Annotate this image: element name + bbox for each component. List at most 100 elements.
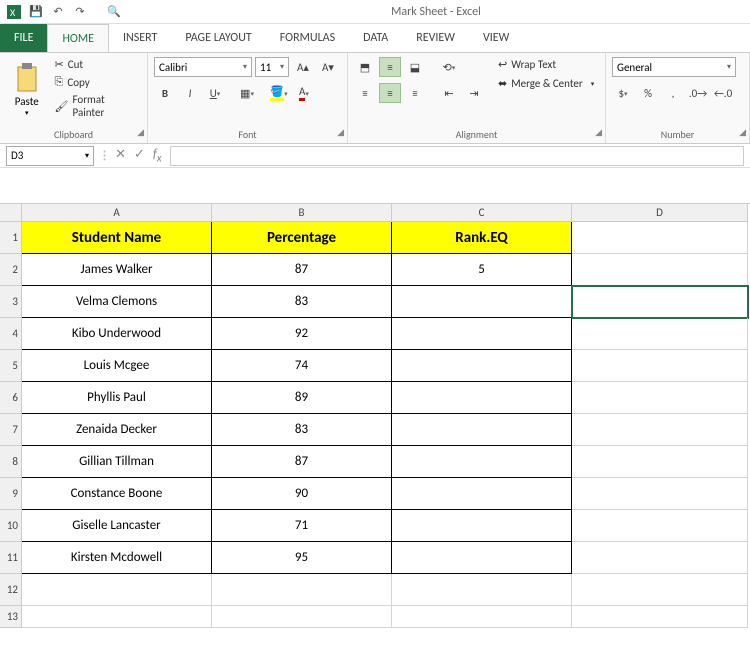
cell[interactable]: 74 — [212, 350, 392, 382]
tab-home[interactable]: HOME — [47, 24, 109, 52]
cell[interactable] — [392, 478, 572, 510]
font-color-button[interactable]: A — [293, 83, 315, 103]
bold-button[interactable]: B — [154, 83, 176, 103]
name-box[interactable]: D3▾ — [6, 146, 94, 166]
cell[interactable] — [572, 350, 748, 382]
cell[interactable]: Velma Clemons — [22, 286, 212, 318]
decrease-font-icon[interactable]: A▾ — [317, 57, 339, 77]
col-header-c[interactable]: C — [392, 204, 572, 222]
fill-color-button[interactable]: 🪣 — [268, 83, 290, 103]
cell[interactable]: Kirsten Mcdowell — [22, 542, 212, 574]
header-student-name[interactable]: Student Name — [22, 222, 212, 254]
tab-insert[interactable]: INSERT — [109, 24, 171, 52]
alignment-launcher[interactable]: ◢ — [595, 127, 602, 138]
cut-button[interactable]: ✂Cut — [52, 57, 141, 72]
row-header[interactable]: 12 — [0, 574, 22, 606]
cell[interactable] — [212, 574, 392, 606]
font-size-select[interactable]: 11▾ — [255, 57, 289, 77]
save-icon[interactable]: 💾 — [28, 4, 44, 20]
row-header[interactable]: 10 — [0, 510, 22, 542]
clipboard-launcher[interactable]: ◢ — [137, 127, 144, 138]
cell[interactable]: Zenaida Decker — [22, 414, 212, 446]
number-format-select[interactable]: General▾ — [612, 57, 736, 77]
align-top-icon[interactable]: ⬒ — [354, 57, 376, 77]
cell[interactable]: 95 — [212, 542, 392, 574]
row-header[interactable]: 13 — [0, 606, 22, 628]
cell[interactable] — [392, 286, 572, 318]
align-right-icon[interactable]: ≡ — [404, 83, 426, 103]
cell[interactable]: 89 — [212, 382, 392, 414]
row-header[interactable]: 9 — [0, 478, 22, 510]
cell[interactable]: James Walker — [22, 254, 212, 286]
font-launcher[interactable]: ◢ — [337, 127, 344, 138]
orientation-icon[interactable]: ⟲ — [438, 57, 460, 77]
increase-font-icon[interactable]: A▴ — [292, 57, 314, 77]
cell[interactable] — [392, 606, 572, 628]
cell[interactable] — [392, 318, 572, 350]
cell[interactable] — [572, 478, 748, 510]
row-header[interactable]: 8 — [0, 446, 22, 478]
wrap-text-button[interactable]: ↩Wrap Text — [495, 57, 597, 72]
cell[interactable] — [392, 510, 572, 542]
percent-icon[interactable]: % — [637, 83, 659, 103]
cell[interactable] — [572, 606, 748, 628]
header-percentage[interactable]: Percentage — [212, 222, 392, 254]
increase-indent-icon[interactable]: ⇥ — [463, 83, 485, 103]
copy-button[interactable]: ⎘Copy — [52, 74, 141, 90]
spreadsheet-grid[interactable]: A B C D 1 Student Name Percentage Rank.E… — [0, 204, 750, 628]
cell[interactable] — [572, 414, 748, 446]
cell[interactable] — [572, 542, 748, 574]
cell[interactable]: 5 — [392, 254, 572, 286]
cell[interactable] — [392, 574, 572, 606]
border-button[interactable]: ▦ — [236, 83, 258, 103]
tab-data[interactable]: DATA — [349, 24, 402, 52]
tab-view[interactable]: VIEW — [469, 24, 523, 52]
cell[interactable] — [572, 574, 748, 606]
cell[interactable] — [572, 382, 748, 414]
cell[interactable] — [22, 574, 212, 606]
cell[interactable] — [572, 510, 748, 542]
col-header-d[interactable]: D — [572, 204, 748, 222]
cell[interactable]: Constance Boone — [22, 478, 212, 510]
cell[interactable]: Phyllis Paul — [22, 382, 212, 414]
decrease-decimal-icon[interactable]: ←.0 — [712, 83, 734, 103]
cell[interactable]: Louis Mcgee — [22, 350, 212, 382]
format-painter-button[interactable]: 🖌Format Painter — [52, 92, 141, 120]
cell[interactable]: 87 — [212, 446, 392, 478]
select-all-corner[interactable] — [0, 204, 22, 222]
row-header[interactable]: 5 — [0, 350, 22, 382]
align-left-icon[interactable]: ≡ — [354, 83, 376, 103]
cell[interactable]: Giselle Lancaster — [22, 510, 212, 542]
comma-icon[interactable]: , — [662, 83, 684, 103]
cell[interactable] — [572, 318, 748, 350]
cell[interactable]: Gillian Tillman — [22, 446, 212, 478]
cancel-formula-icon[interactable]: ✕ — [115, 147, 126, 165]
tab-page-layout[interactable]: PAGE LAYOUT — [171, 24, 265, 52]
merge-center-button[interactable]: ⬌Merge & Center▾ — [495, 76, 597, 91]
font-name-select[interactable]: Calibri▾ — [154, 57, 252, 77]
col-header-b[interactable]: B — [212, 204, 392, 222]
cell[interactable] — [392, 382, 572, 414]
cell[interactable]: 90 — [212, 478, 392, 510]
number-launcher[interactable]: ◢ — [739, 127, 746, 138]
undo-icon[interactable]: ↶ — [50, 4, 66, 20]
tab-file[interactable]: FILE — [0, 24, 47, 52]
align-middle-icon[interactable]: ≡ — [379, 57, 401, 77]
tab-review[interactable]: REVIEW — [402, 24, 469, 52]
fx-icon[interactable]: fx — [153, 147, 162, 165]
cell-selected[interactable] — [572, 286, 748, 318]
align-bottom-icon[interactable]: ⬓ — [404, 57, 426, 77]
italic-button[interactable]: I — [179, 83, 201, 103]
cell[interactable]: 83 — [212, 286, 392, 318]
cell[interactable] — [392, 414, 572, 446]
paste-button[interactable]: Paste ▾ — [6, 57, 48, 122]
cell[interactable] — [392, 350, 572, 382]
redo-icon[interactable]: ↷ — [72, 4, 88, 20]
print-preview-icon[interactable]: 🔍 — [106, 4, 122, 20]
cell[interactable] — [22, 606, 212, 628]
cell[interactable]: 87 — [212, 254, 392, 286]
cell[interactable] — [392, 542, 572, 574]
row-header[interactable]: 4 — [0, 318, 22, 350]
row-header[interactable]: 7 — [0, 414, 22, 446]
row-header[interactable]: 2 — [0, 254, 22, 286]
